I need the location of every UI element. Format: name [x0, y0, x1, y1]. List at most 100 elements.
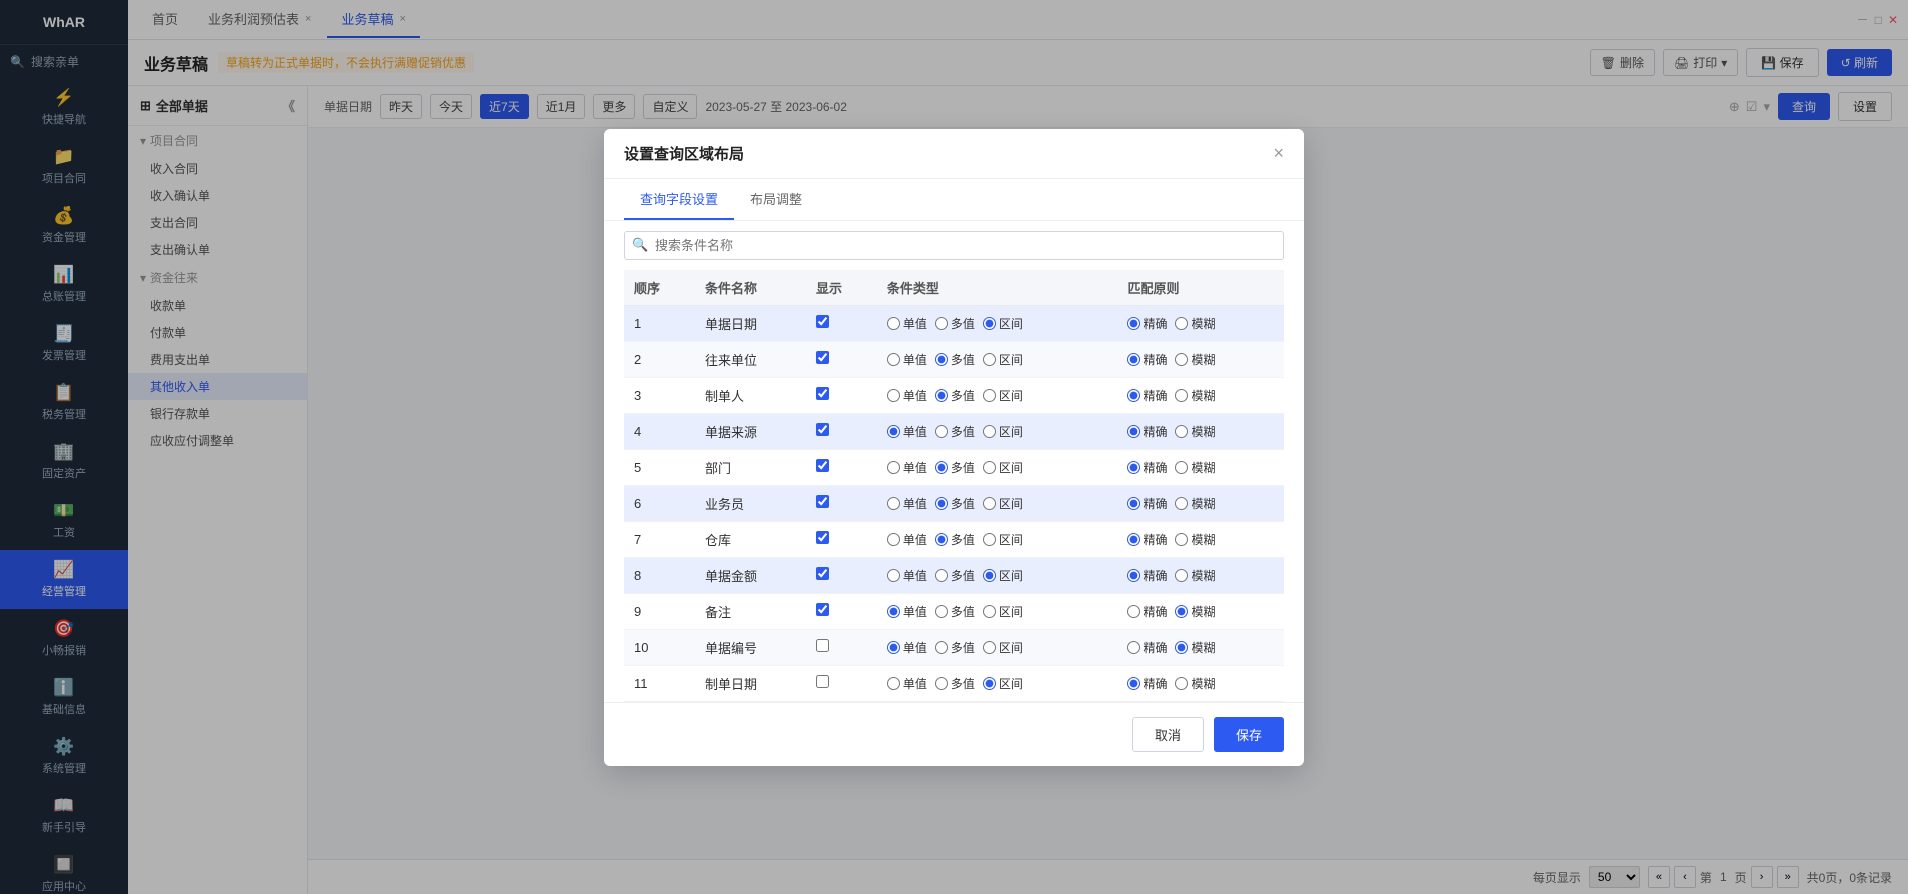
modal-close-button[interactable]: × [1273, 143, 1284, 164]
exact-label[interactable]: 精确 [1127, 315, 1167, 332]
single-value-label[interactable]: 单值 [887, 315, 927, 332]
fuzzy-radio[interactable] [1175, 569, 1188, 582]
range-label[interactable]: 区间 [983, 639, 1023, 656]
multi-value-radio[interactable] [935, 425, 948, 438]
range-radio[interactable] [983, 677, 996, 690]
range-radio[interactable] [983, 389, 996, 402]
show-checkbox-label[interactable] [816, 604, 829, 619]
range-label[interactable]: 区间 [983, 351, 1023, 368]
fuzzy-radio[interactable] [1175, 317, 1188, 330]
multi-value-label[interactable]: 多值 [935, 567, 975, 584]
exact-radio[interactable] [1127, 353, 1140, 366]
modal-tab-field-settings[interactable]: 查询字段设置 [624, 179, 734, 220]
exact-label[interactable]: 精确 [1127, 675, 1167, 692]
range-label[interactable]: 区间 [983, 567, 1023, 584]
range-radio[interactable] [983, 641, 996, 654]
exact-radio[interactable] [1127, 461, 1140, 474]
single-value-label[interactable]: 单值 [887, 531, 927, 548]
fuzzy-radio[interactable] [1175, 497, 1188, 510]
range-radio[interactable] [983, 461, 996, 474]
multi-value-label[interactable]: 多值 [935, 603, 975, 620]
exact-label[interactable]: 精确 [1127, 387, 1167, 404]
single-value-label[interactable]: 单值 [887, 351, 927, 368]
show-checkbox[interactable] [816, 675, 829, 688]
show-checkbox-label[interactable] [816, 352, 829, 367]
single-value-radio[interactable] [887, 677, 900, 690]
fuzzy-label[interactable]: 模糊 [1175, 603, 1215, 620]
multi-value-label[interactable]: 多值 [935, 531, 975, 548]
range-radio[interactable] [983, 317, 996, 330]
multi-value-label[interactable]: 多值 [935, 495, 975, 512]
multi-value-radio[interactable] [935, 497, 948, 510]
range-label[interactable]: 区间 [983, 387, 1023, 404]
exact-radio[interactable] [1127, 425, 1140, 438]
multi-value-radio[interactable] [935, 677, 948, 690]
fuzzy-radio[interactable] [1175, 389, 1188, 402]
modal-save-button[interactable]: 保存 [1214, 717, 1284, 752]
range-radio[interactable] [983, 569, 996, 582]
show-checkbox-label[interactable] [816, 640, 829, 655]
fuzzy-label[interactable]: 模糊 [1175, 567, 1215, 584]
show-checkbox-label[interactable] [816, 316, 829, 331]
multi-value-label[interactable]: 多值 [935, 639, 975, 656]
multi-value-label[interactable]: 多值 [935, 387, 975, 404]
multi-value-radio[interactable] [935, 353, 948, 366]
fuzzy-label[interactable]: 模糊 [1175, 639, 1215, 656]
show-checkbox[interactable] [816, 315, 829, 328]
multi-value-label[interactable]: 多值 [935, 675, 975, 692]
single-value-label[interactable]: 单值 [887, 423, 927, 440]
fuzzy-label[interactable]: 模糊 [1175, 531, 1215, 548]
show-checkbox-label[interactable] [816, 460, 829, 475]
fuzzy-label[interactable]: 模糊 [1175, 351, 1215, 368]
exact-label[interactable]: 精确 [1127, 603, 1167, 620]
exact-label[interactable]: 精确 [1127, 531, 1167, 548]
fuzzy-label[interactable]: 模糊 [1175, 459, 1215, 476]
range-radio[interactable] [983, 533, 996, 546]
fuzzy-label[interactable]: 模糊 [1175, 423, 1215, 440]
show-checkbox-label[interactable] [816, 532, 829, 547]
show-checkbox-label[interactable] [816, 568, 829, 583]
range-radio[interactable] [983, 425, 996, 438]
range-label[interactable]: 区间 [983, 459, 1023, 476]
multi-value-radio[interactable] [935, 533, 948, 546]
range-radio[interactable] [983, 497, 996, 510]
show-checkbox-label[interactable] [816, 388, 829, 403]
range-label[interactable]: 区间 [983, 531, 1023, 548]
range-label[interactable]: 区间 [983, 315, 1023, 332]
multi-value-label[interactable]: 多值 [935, 459, 975, 476]
range-radio[interactable] [983, 353, 996, 366]
fuzzy-radio[interactable] [1175, 425, 1188, 438]
multi-value-radio[interactable] [935, 641, 948, 654]
exact-label[interactable]: 精确 [1127, 423, 1167, 440]
single-value-radio[interactable] [887, 353, 900, 366]
single-value-radio[interactable] [887, 533, 900, 546]
range-label[interactable]: 区间 [983, 603, 1023, 620]
multi-value-radio[interactable] [935, 461, 948, 474]
show-checkbox[interactable] [816, 351, 829, 364]
single-value-radio[interactable] [887, 605, 900, 618]
fuzzy-radio[interactable] [1175, 461, 1188, 474]
single-value-radio[interactable] [887, 569, 900, 582]
single-value-label[interactable]: 单值 [887, 495, 927, 512]
fuzzy-label[interactable]: 模糊 [1175, 495, 1215, 512]
cancel-button[interactable]: 取消 [1132, 717, 1204, 752]
single-value-label[interactable]: 单值 [887, 603, 927, 620]
fuzzy-label[interactable]: 模糊 [1175, 387, 1215, 404]
range-label[interactable]: 区间 [983, 675, 1023, 692]
fuzzy-radio[interactable] [1175, 353, 1188, 366]
show-checkbox[interactable] [816, 567, 829, 580]
single-value-radio[interactable] [887, 461, 900, 474]
range-label[interactable]: 区间 [983, 423, 1023, 440]
show-checkbox-label[interactable] [816, 676, 829, 691]
show-checkbox[interactable] [816, 495, 829, 508]
multi-value-label[interactable]: 多值 [935, 423, 975, 440]
single-value-radio[interactable] [887, 497, 900, 510]
exact-label[interactable]: 精确 [1127, 495, 1167, 512]
show-checkbox[interactable] [816, 603, 829, 616]
show-checkbox[interactable] [816, 531, 829, 544]
modal-tab-layout-settings[interactable]: 布局调整 [734, 179, 818, 220]
exact-radio[interactable] [1127, 641, 1140, 654]
fuzzy-radio[interactable] [1175, 677, 1188, 690]
exact-label[interactable]: 精确 [1127, 351, 1167, 368]
show-checkbox[interactable] [816, 387, 829, 400]
